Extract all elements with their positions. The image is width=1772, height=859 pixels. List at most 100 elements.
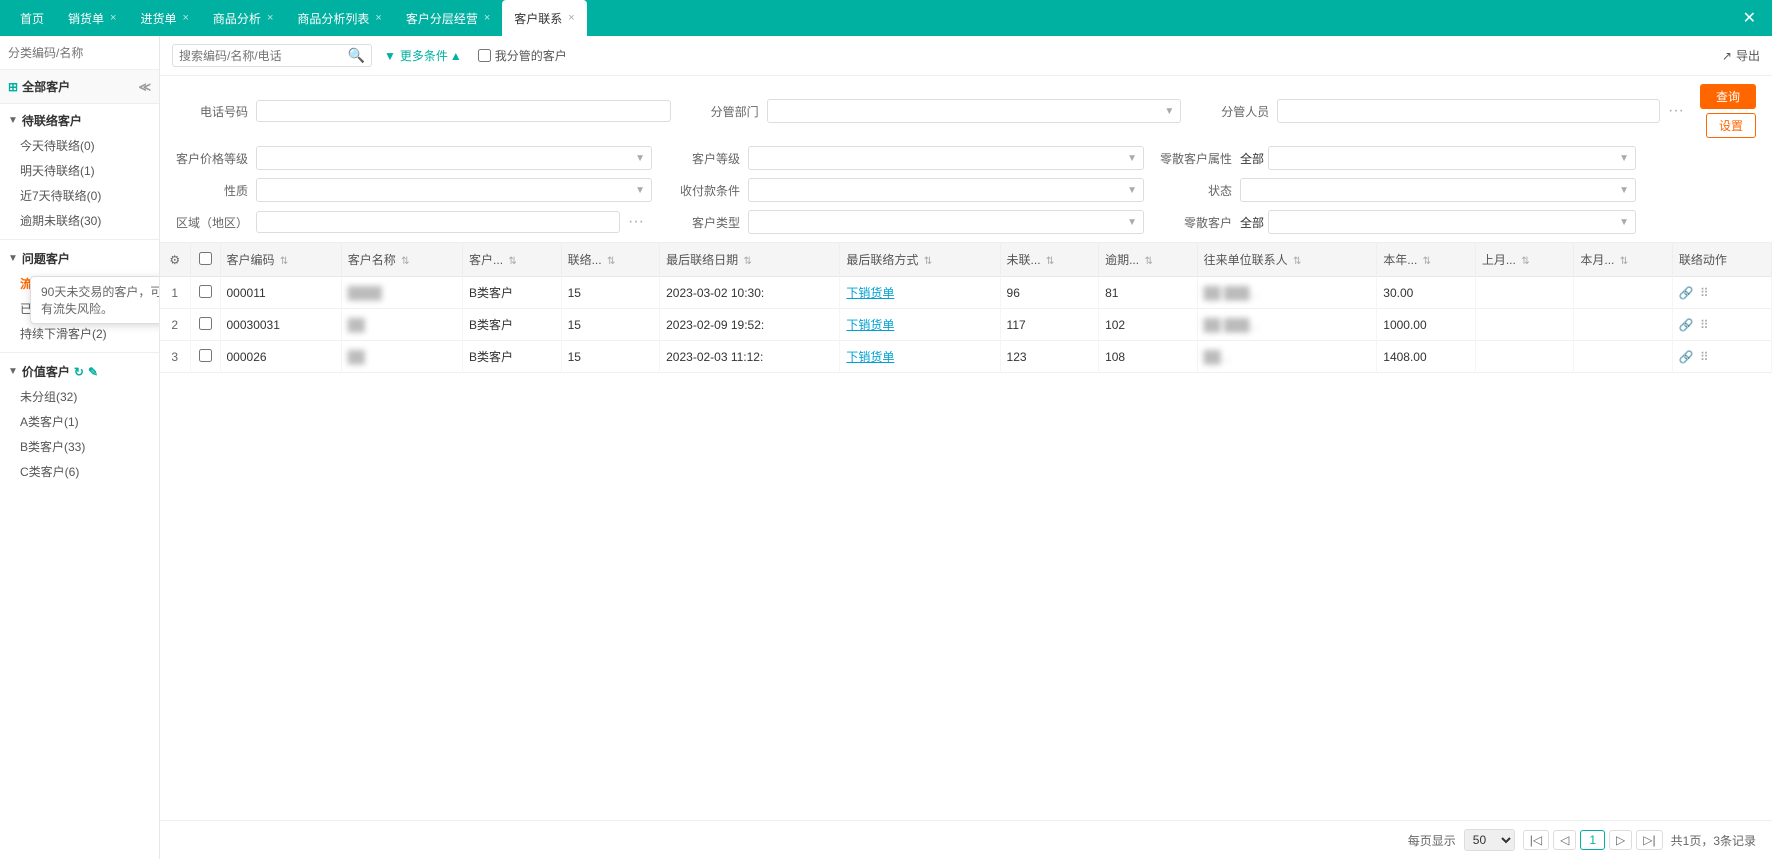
sidebar-group-value-title[interactable]: ▼ 价值客户 ↻ ✎ — [0, 359, 159, 384]
sidebar-search-input[interactable] — [8, 46, 160, 60]
col-name[interactable]: 客户名称 ⇅ — [341, 243, 462, 277]
tab-customer-segmentation[interactable]: 客户分层经营 × — [394, 0, 502, 36]
chevron-down-icon-6: ▼ — [1127, 185, 1137, 196]
sidebar-search-area: 🔍 — [0, 36, 159, 70]
toolbar: 🔍 ▼ 更多条件 ▲ 我分管的客户 ↗ 导出 — [160, 36, 1772, 76]
col-last-method[interactable]: 最后联络方式 ⇅ — [840, 243, 1000, 277]
more-action-icon[interactable]: ⠿ — [1700, 286, 1709, 300]
col-code[interactable]: 客户编码 ⇅ — [220, 243, 341, 277]
sidebar-divider-1 — [0, 239, 159, 240]
close-window-button[interactable]: ✕ — [1735, 8, 1764, 28]
row-checkbox[interactable] — [199, 349, 212, 362]
sidebar-item-class-b[interactable]: B类客户(33) — [0, 434, 159, 459]
close-tab-customer-segmentation[interactable]: × — [484, 12, 490, 24]
page-first-button[interactable]: |◁ — [1523, 830, 1549, 850]
close-tab-purchase[interactable]: × — [182, 12, 188, 24]
search-button[interactable]: 🔍 — [348, 47, 365, 64]
row-checkbox[interactable] — [199, 285, 212, 298]
col-no-contact[interactable]: 未联... ⇅ — [1000, 243, 1099, 277]
query-button[interactable]: 查询 — [1700, 84, 1756, 109]
filter-retail-customer-select[interactable]: ▼ — [1268, 210, 1636, 234]
export-button[interactable]: ↗ 导出 — [1722, 47, 1760, 64]
top-tab-bar: 首页 销货单 × 进货单 × 商品分析 × 商品分析列表 × 客户分层经营 × … — [0, 0, 1772, 36]
close-tab-product-analysis[interactable]: × — [267, 12, 273, 24]
sidebar-item-declining[interactable]: 持续下滑客户(2) — [0, 321, 159, 346]
table-row: 3 000026 ██ B类客户 15 2023-02-03 11:12: 下销… — [160, 341, 1772, 373]
tab-sales[interactable]: 销货单 × — [56, 0, 128, 36]
page-last-button[interactable]: ▷| — [1636, 830, 1662, 850]
page-prev-button[interactable]: ◁ — [1553, 830, 1576, 850]
sidebar-item-class-a[interactable]: A类客户(1) — [0, 409, 159, 434]
more-action-icon[interactable]: ⠿ — [1700, 318, 1709, 332]
more-filter-button[interactable]: ▼ 更多条件 ▲ — [384, 47, 462, 64]
more-action-icon[interactable]: ⠿ — [1700, 350, 1709, 364]
sidebar-all-customers[interactable]: ⊞ 全部客户 ≪ — [0, 70, 159, 104]
contact-action-icon[interactable]: 🔗 — [1679, 286, 1694, 300]
tab-home[interactable]: 首页 — [8, 0, 56, 36]
sort-last-month-icon: ⇅ — [1521, 256, 1529, 267]
filter-status-select[interactable]: ▼ — [1240, 178, 1636, 202]
sidebar-item-class-c[interactable]: C类客户(6) — [0, 459, 159, 484]
page-next-button[interactable]: ▷ — [1609, 830, 1632, 850]
col-overdue[interactable]: 逾期... ⇅ — [1099, 243, 1198, 277]
chevron-down-icon-9: ▼ — [1619, 217, 1629, 228]
row-checkbox-cell — [190, 277, 220, 309]
col-last-month[interactable]: 上月... ⇅ — [1475, 243, 1574, 277]
filter-customer-type-select[interactable]: ▼ — [748, 210, 1144, 234]
filter-region-input[interactable] — [256, 211, 620, 233]
row-checkbox[interactable] — [199, 317, 212, 330]
filter-retail-attr-select[interactable]: ▼ — [1268, 146, 1636, 170]
last-method-link[interactable]: 下销货单 — [846, 318, 894, 332]
settings-icon[interactable]: ⚙ — [169, 253, 180, 267]
refresh-icon[interactable]: ↻ — [74, 365, 84, 379]
sidebar-group-problem-title[interactable]: ▼ 问题客户 — [0, 246, 159, 271]
sort-no-contact-icon: ⇅ — [1046, 256, 1054, 267]
sidebar-item-overdue-contact[interactable]: 逾期未联络(30) — [0, 208, 159, 233]
table-row: 2 00030031 ██ B类客户 15 2023-02-09 19:52: … — [160, 309, 1772, 341]
close-tab-product-analysis-list[interactable]: × — [375, 12, 381, 24]
col-last-date[interactable]: 最后联络日期 ⇅ — [660, 243, 840, 277]
contact-action-icon[interactable]: 🔗 — [1679, 350, 1694, 364]
setting-button[interactable]: 设置 — [1706, 113, 1756, 138]
contact-action-icon[interactable]: 🔗 — [1679, 318, 1694, 332]
search-input[interactable] — [179, 49, 348, 63]
sidebar-collapse-icon[interactable]: ≪ — [138, 80, 151, 94]
sidebar-group-pending-title[interactable]: ▼ 待联络客户 — [0, 108, 159, 133]
filter-price-level-select[interactable]: ▼ — [256, 146, 652, 170]
last-method-link[interactable]: 下销货单 — [846, 350, 894, 364]
filter-phone-input[interactable] — [256, 100, 671, 122]
tab-purchase[interactable]: 进货单 × — [128, 0, 200, 36]
filter-manager-dots[interactable]: ··· — [1660, 102, 1692, 120]
close-tab-customer-contact[interactable]: × — [568, 12, 574, 24]
col-this-year[interactable]: 本年... ⇅ — [1377, 243, 1476, 277]
filter-price-level-label: 客户价格等级 — [176, 150, 256, 167]
sidebar-item-today-contact[interactable]: 今天待联络(0) — [0, 133, 159, 158]
select-all-checkbox[interactable] — [199, 252, 212, 265]
col-type[interactable]: 客户... ⇅ — [463, 243, 562, 277]
col-contact-person[interactable]: 往来单位联系人 ⇅ — [1197, 243, 1377, 277]
page-size-select[interactable]: 50 100 200 — [1464, 829, 1515, 851]
filter-customer-type-label: 客户类型 — [668, 214, 748, 231]
last-method-link[interactable]: 下销货单 — [846, 286, 894, 300]
col-contact[interactable]: 联络... ⇅ — [561, 243, 660, 277]
close-tab-sales[interactable]: × — [110, 12, 116, 24]
tab-customer-contact[interactable]: 客户联系 × — [502, 0, 586, 36]
edit-icon[interactable]: ✎ — [88, 365, 98, 379]
tab-product-analysis[interactable]: 商品分析 × — [201, 0, 285, 36]
filter-manager-select[interactable] — [1277, 99, 1660, 123]
filter-dept-select[interactable]: ▼ — [767, 99, 1182, 123]
sidebar-item-tomorrow-contact[interactable]: 明天待联络(1) — [0, 158, 159, 183]
sidebar-item-week-contact[interactable]: 近7天待联络(0) — [0, 183, 159, 208]
filter-customer-level-select[interactable]: ▼ — [748, 146, 1144, 170]
row-checkbox-cell — [190, 309, 220, 341]
my-customers-checkbox[interactable] — [478, 49, 491, 62]
filter-nature-select[interactable]: ▼ — [256, 178, 652, 202]
sidebar-item-ungrouped[interactable]: 未分组(32) — [0, 384, 159, 409]
row-last-month — [1475, 341, 1574, 373]
row-name: ██ — [341, 309, 462, 341]
col-this-month[interactable]: 本月... ⇅ — [1574, 243, 1673, 277]
col-checkbox — [190, 243, 220, 277]
tab-product-analysis-list[interactable]: 商品分析列表 × — [285, 0, 393, 36]
filter-region-dots[interactable]: ··· — [620, 213, 652, 231]
filter-payment-select[interactable]: ▼ — [748, 178, 1144, 202]
